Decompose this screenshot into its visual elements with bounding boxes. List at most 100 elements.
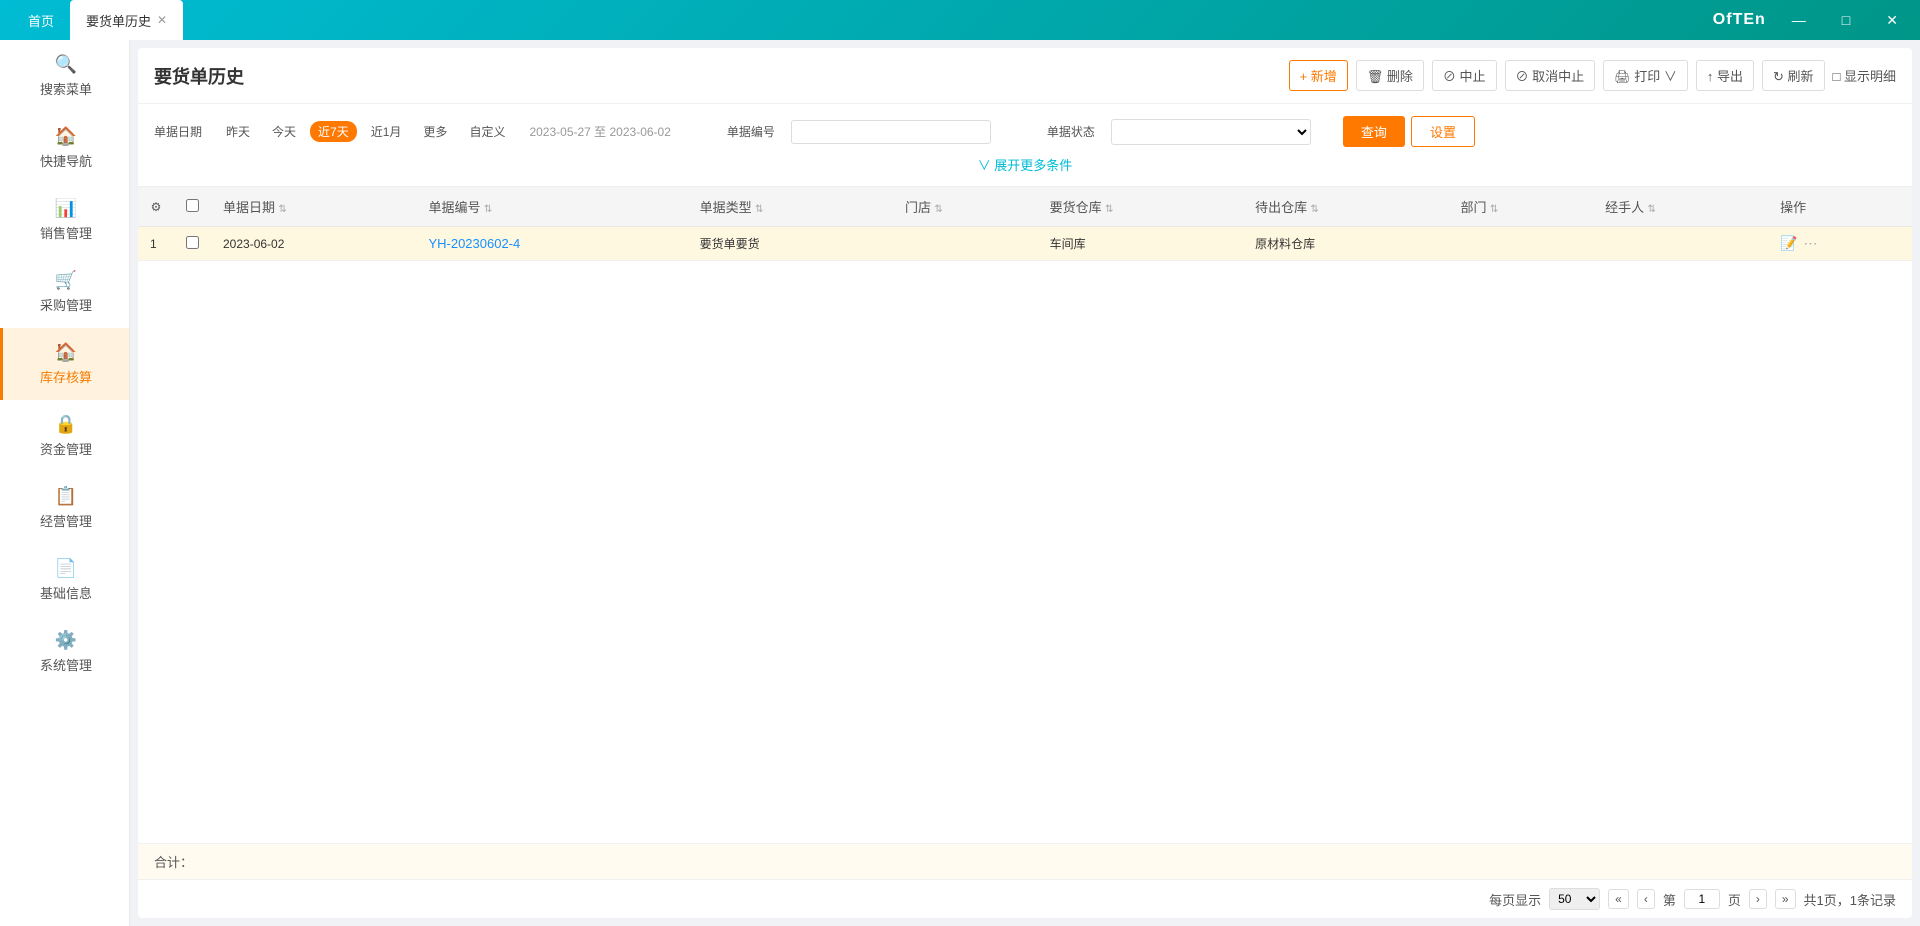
- maximize-button[interactable]: □: [1832, 7, 1860, 33]
- print-button-label: 🖨 打印 ∨: [1614, 66, 1677, 85]
- col-pending-warehouse[interactable]: 待出仓库 ⇅: [1243, 187, 1448, 227]
- date-shortcut-more[interactable]: 更多: [415, 121, 455, 142]
- sidebar-item-search-menu-label: 搜索菜单: [40, 79, 92, 98]
- col-dept[interactable]: 部门 ⇅: [1449, 187, 1594, 227]
- sort-store-icon: ⇅: [934, 204, 942, 215]
- date-range-display: 2023-05-27 至 2023-06-02: [529, 123, 670, 140]
- filter-actions: 查询 设置: [1343, 116, 1475, 147]
- top-nav-right: OfTEn — □ ✕: [1713, 7, 1908, 34]
- pagination-summary: 共1页，1条记录: [1804, 890, 1896, 909]
- sidebar-item-quick-nav[interactable]: 🏠 快捷导航: [0, 112, 129, 184]
- basic-info-icon: 📄: [55, 558, 77, 579]
- row-checkbox[interactable]: [186, 236, 199, 249]
- tab-home[interactable]: 首页: [12, 0, 70, 40]
- content-area: 要货单历史 + 新增 🗑 删除 ⊘ 中止 ⊘ 取消中止 🖨 打印 ∨: [138, 48, 1912, 918]
- table-container: ⚙ 单据日期 ⇅ 单据编号 ⇅ 单据类型: [138, 187, 1912, 843]
- page-title: 要货单历史: [154, 63, 1281, 89]
- table-footer: 合计：: [138, 843, 1912, 879]
- cell-doc-no[interactable]: YH-20230602-4: [416, 227, 687, 261]
- cell-doc-type: 要货单要货: [688, 227, 893, 261]
- print-button[interactable]: 🖨 打印 ∨: [1603, 60, 1688, 91]
- col-store[interactable]: 门店 ⇅: [893, 187, 1038, 227]
- sidebar-item-purchase-mgmt[interactable]: 🛒 采购管理: [0, 256, 129, 328]
- cell-checkbox: [174, 227, 211, 261]
- cancel-stop-button-label: ⊘ 取消中止: [1516, 66, 1585, 85]
- page-number-input[interactable]: [1684, 889, 1720, 909]
- doc-no-input[interactable]: [791, 120, 991, 144]
- sidebar-item-inventory-mgmt[interactable]: 🏠 库存核算: [0, 328, 129, 400]
- per-page-select[interactable]: 50 10 20 100: [1549, 888, 1600, 910]
- display-detail-button[interactable]: □ 显示明细: [1833, 66, 1896, 85]
- sidebar-item-system-mgmt[interactable]: ⚙️ 系统管理: [0, 616, 129, 688]
- date-shortcut-last1month[interactable]: 近1月: [363, 121, 410, 142]
- date-shortcut-last7days[interactable]: 近7天: [310, 121, 357, 142]
- first-page-button[interactable]: «: [1608, 889, 1629, 909]
- sidebar-item-search-menu[interactable]: 🔍 搜索菜单: [0, 40, 129, 112]
- col-settings[interactable]: ⚙: [138, 187, 174, 227]
- cancel-stop-button[interactable]: ⊘ 取消中止: [1505, 60, 1596, 91]
- stop-button-label: ⊘ 中止: [1443, 66, 1486, 85]
- action-icons: 📝 ⋯: [1780, 235, 1900, 252]
- date-shortcut-yesterday[interactable]: 昨天: [218, 121, 258, 142]
- sidebar-item-sales-mgmt-label: 销售管理: [40, 223, 92, 242]
- cell-handler: [1593, 227, 1768, 261]
- finance-mgmt-icon: 🔒: [55, 414, 77, 435]
- sales-mgmt-icon: 📊: [55, 198, 77, 219]
- per-page-label: 每页显示: [1489, 890, 1541, 909]
- sidebar-item-ops-mgmt[interactable]: 📋 经营管理: [0, 472, 129, 544]
- toolbar: + 新增 🗑 删除 ⊘ 中止 ⊘ 取消中止 🖨 打印 ∨ ↑ 导出: [1289, 60, 1896, 91]
- col-doc-date[interactable]: 单据日期 ⇅: [211, 187, 416, 227]
- edit-action-icon[interactable]: 📝: [1780, 235, 1797, 252]
- query-button[interactable]: 查询: [1343, 116, 1405, 147]
- prev-page-button[interactable]: ‹: [1637, 889, 1655, 909]
- select-all-checkbox[interactable]: [186, 199, 199, 212]
- doc-no-link[interactable]: YH-20230602-4: [428, 236, 520, 251]
- cell-pending-warehouse: 原材料仓库: [1243, 227, 1448, 261]
- tab-close-icon[interactable]: ✕: [157, 13, 167, 27]
- last-page-button[interactable]: »: [1775, 889, 1796, 909]
- cell-req-warehouse: 车间库: [1038, 227, 1243, 261]
- date-filter-label: 单据日期: [154, 123, 202, 140]
- sidebar-item-sales-mgmt[interactable]: 📊 销售管理: [0, 184, 129, 256]
- date-shortcut-custom[interactable]: 自定义: [461, 121, 513, 142]
- col-doc-type[interactable]: 单据类型 ⇅: [688, 187, 893, 227]
- sidebar-item-finance-mgmt[interactable]: 🔒 资金管理: [0, 400, 129, 472]
- sort-handler-icon: ⇅: [1647, 204, 1655, 215]
- col-req-warehouse[interactable]: 要货仓库 ⇅: [1038, 187, 1243, 227]
- display-detail-label: □ 显示明细: [1833, 66, 1896, 85]
- page-text: 页: [1728, 890, 1741, 909]
- top-nav: 首页 要货单历史 ✕ OfTEn — □ ✕: [0, 0, 1920, 40]
- sidebar-item-purchase-mgmt-label: 采购管理: [40, 295, 92, 314]
- close-window-button[interactable]: ✕: [1876, 7, 1908, 34]
- minimize-button[interactable]: —: [1782, 7, 1816, 33]
- expand-more[interactable]: ∨ 展开更多条件: [978, 155, 1073, 174]
- date-shortcut-today[interactable]: 今天: [264, 121, 304, 142]
- stop-button[interactable]: ⊘ 中止: [1432, 60, 1497, 91]
- delete-button[interactable]: 🗑 删除: [1356, 60, 1424, 91]
- add-button-label: + 新增: [1300, 66, 1337, 85]
- data-table: ⚙ 单据日期 ⇅ 单据编号 ⇅ 单据类型: [138, 187, 1912, 261]
- sort-dept-icon: ⇅: [1490, 204, 1498, 215]
- next-page-button[interactable]: ›: [1749, 889, 1767, 909]
- refresh-button[interactable]: ↻ 刷新: [1762, 60, 1825, 91]
- sidebar-item-system-mgmt-label: 系统管理: [40, 655, 92, 674]
- pagination: 每页显示 50 10 20 100 « ‹ 第 页 › » 共1页，1条记录: [138, 879, 1912, 918]
- col-doc-no[interactable]: 单据编号 ⇅: [416, 187, 687, 227]
- export-button[interactable]: ↑ 导出: [1696, 60, 1754, 91]
- table-row: 1 2023-06-02 YH-20230602-4 要货单要货 车间库 原材料…: [138, 227, 1912, 261]
- cell-no: 1: [138, 227, 174, 261]
- sort-doc-type-icon: ⇅: [755, 204, 763, 215]
- add-button[interactable]: + 新增: [1289, 60, 1348, 91]
- col-handler[interactable]: 经手人 ⇅: [1593, 187, 1768, 227]
- status-select[interactable]: [1111, 119, 1311, 145]
- filter-row-1: 单据日期 昨天 今天 近7天 近1月 更多 自定义 2023-05-27 至 2…: [154, 116, 1896, 147]
- sort-doc-no-icon: ⇅: [484, 204, 492, 215]
- more-action-icon[interactable]: ⋯: [1804, 235, 1818, 252]
- tab-requisition-history[interactable]: 要货单历史 ✕: [70, 0, 183, 40]
- sidebar-item-basic-info[interactable]: 📄 基础信息: [0, 544, 129, 616]
- sidebar: 🔍 搜索菜单 🏠 快捷导航 📊 销售管理 🛒 采购管理 🏠 库存核算 🔒 资金管…: [0, 40, 130, 926]
- total-label: 合计：: [154, 855, 193, 870]
- system-mgmt-icon: ⚙️: [55, 630, 77, 651]
- setting-button[interactable]: 设置: [1411, 116, 1475, 147]
- sort-req-warehouse-icon: ⇅: [1105, 204, 1113, 215]
